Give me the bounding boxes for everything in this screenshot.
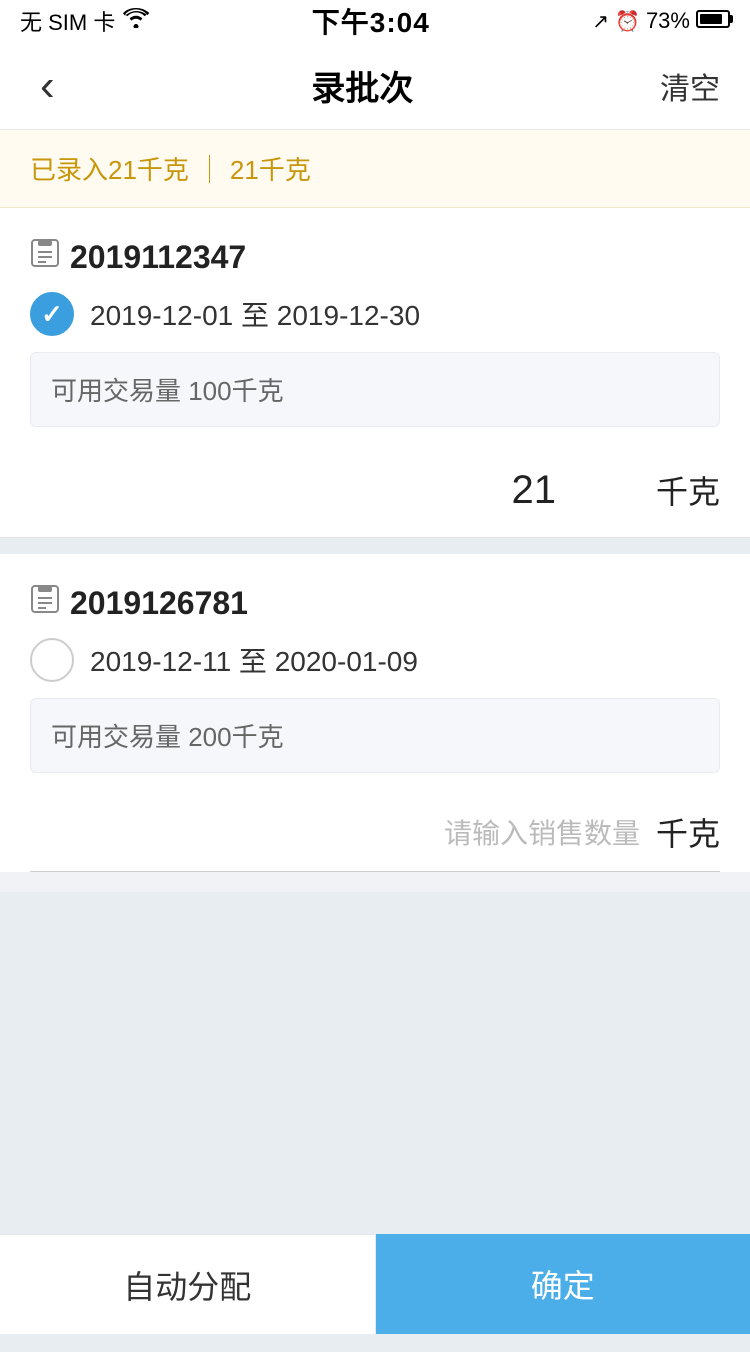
battery-icon [696, 8, 730, 34]
battery-percent: 73% [646, 8, 690, 34]
batch2-header: 2019126781 [0, 554, 750, 622]
batch2-qty-row: 请输入销售数量 千克 [0, 793, 750, 855]
page-title: 录批次 [311, 61, 413, 110]
section-separator-1 [0, 538, 750, 554]
back-button[interactable]: ‹ [30, 51, 65, 121]
batch2-icon [30, 584, 60, 622]
auto-distribute-button[interactable]: 自动分配 [0, 1234, 376, 1334]
batch2-date: 2019-12-11 至 2020-01-09 [90, 640, 418, 680]
clear-button[interactable]: 清空 [660, 64, 720, 108]
status-right: ↗ ⏰ 73% [592, 8, 730, 34]
batch1-date-row[interactable]: 2019-12-01 至 2019-12-30 [0, 276, 750, 352]
batch2-date-row[interactable]: 2019-12-11 至 2020-01-09 [0, 622, 750, 698]
recorded-amount: 已录入21千克 [30, 150, 189, 187]
info-divider [209, 155, 210, 183]
batch2-unit: 千克 [656, 809, 720, 855]
batch1-available-qty: 可用交易量 100千克 [30, 352, 720, 427]
status-left: 无 SIM 卡 [20, 5, 149, 37]
batch2-available-qty: 可用交易量 200千克 [30, 698, 720, 773]
status-time: 下午3:04 [312, 1, 430, 41]
batch1-radio[interactable] [30, 292, 74, 336]
batch1-available-text: 可用交易量 100千克 [51, 376, 284, 406]
batch2-radio[interactable] [30, 638, 74, 682]
batch2-input-underline [30, 871, 720, 872]
alarm-icon: ⏰ [615, 9, 640, 34]
location-icon: ↗ [592, 9, 609, 34]
total-amount: 21千克 [230, 150, 311, 187]
batch-card-1: 2019112347 2019-12-01 至 2019-12-30 可用交易量… [0, 208, 750, 538]
wifi-icon [123, 8, 149, 34]
batch1-number: 2019112347 [70, 239, 246, 276]
nav-bar: ‹ 录批次 清空 [0, 42, 750, 130]
batch2-number: 2019126781 [70, 585, 248, 622]
no-sim-label: 无 SIM 卡 [20, 5, 115, 37]
batch1-qty-row: 21 千克 [0, 447, 750, 538]
batch1-qty-value: 21 [511, 468, 556, 513]
confirm-button[interactable]: 确定 [376, 1234, 750, 1334]
batch-card-2: 2019126781 2019-12-11 至 2020-01-09 可用交易量… [0, 554, 750, 872]
batch1-unit: 千克 [656, 467, 720, 513]
batch1-icon [30, 238, 60, 276]
info-banner: 已录入21千克 21千克 [0, 130, 750, 208]
batch1-header: 2019112347 [0, 208, 750, 276]
batch1-date: 2019-12-01 至 2019-12-30 [90, 294, 420, 334]
bottom-buttons: 自动分配 确定 [0, 1234, 750, 1334]
batch2-input-placeholder: 请输入销售数量 [30, 812, 640, 852]
batch2-available-text: 可用交易量 200千克 [51, 722, 284, 752]
status-bar: 无 SIM 卡 下午3:04 ↗ ⏰ 73% [0, 0, 750, 42]
